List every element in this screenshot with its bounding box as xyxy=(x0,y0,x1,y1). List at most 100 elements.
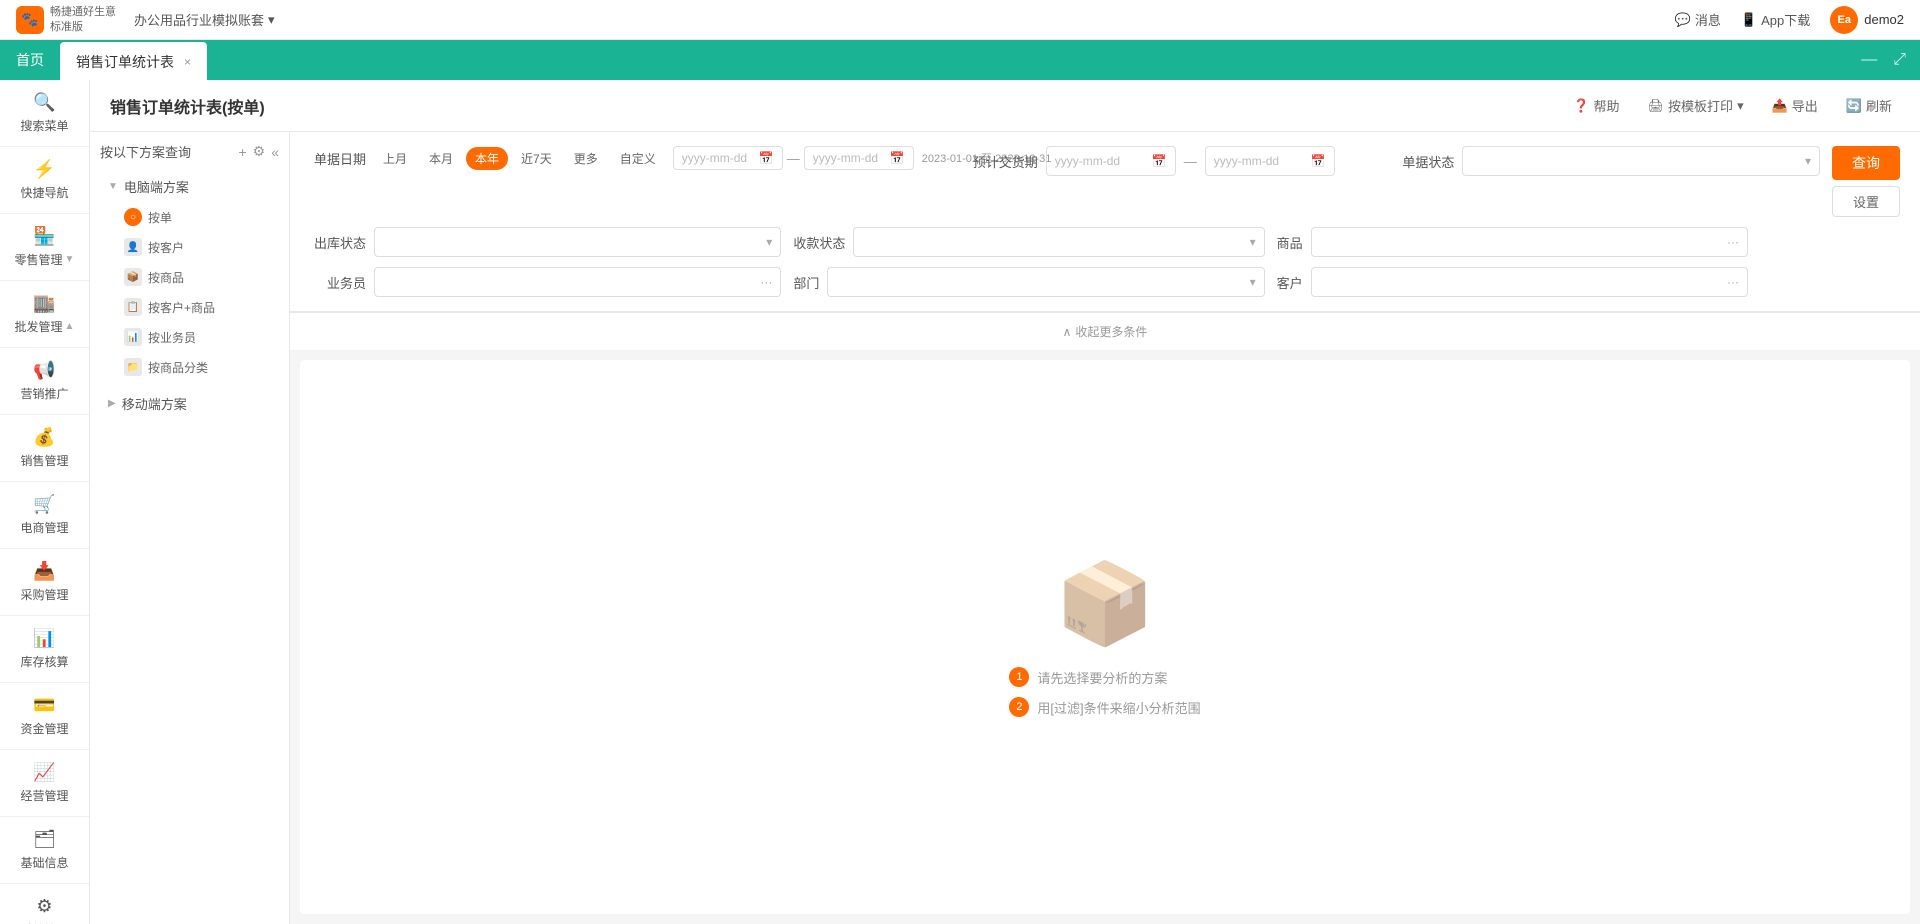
sidebar-item-system[interactable]: ⚙ 系统管理 xyxy=(0,884,89,924)
scheme-settings-button[interactable]: ⚙ xyxy=(253,143,266,160)
delivery-end-input[interactable]: yyyy-mm-dd 📅 xyxy=(1205,146,1335,176)
tree-node-按单[interactable]: ○ 按单 xyxy=(116,202,279,232)
marketing-icon: 📢 xyxy=(33,360,55,381)
sidebar-item-quicknav[interactable]: ⚡ 快捷导航 xyxy=(0,147,89,214)
refresh-icon: 🔄 xyxy=(1846,98,1862,114)
date-start-input[interactable]: yyyy-mm-dd 📅 xyxy=(673,146,783,170)
delivery-start-input[interactable]: yyyy-mm-dd 📅 xyxy=(1046,146,1176,176)
collapse-bar[interactable]: ∧ 收起更多条件 xyxy=(290,312,1920,350)
export-button[interactable]: 📤 导出 xyxy=(1764,92,1826,119)
top-bar: 🐾 畅捷通好生意 标准版 办公用品行业模拟账套 ▾ 💬 消息 📱 App下载 E… xyxy=(0,0,1920,40)
system-icon: ⚙ xyxy=(36,896,52,917)
download-button[interactable]: 📱 App下载 xyxy=(1741,10,1810,29)
tree-node-按业务员[interactable]: 📊 按业务员 xyxy=(116,322,279,352)
tree-node-pc[interactable]: ▼ 电脑端方案 xyxy=(100,171,279,202)
print-button[interactable]: 🖨 按模板打印 ▾ xyxy=(1640,92,1752,119)
date-range-inputs: yyyy-mm-dd 📅 — yyyy-mm-dd 📅 xyxy=(673,146,914,170)
sidebar-item-sales[interactable]: 💰 销售管理 xyxy=(0,415,89,482)
app-selector[interactable]: 办公用品行业模拟账套 ▾ xyxy=(126,6,283,33)
sidebar-item-ecommerce[interactable]: 🛒 电商管理 xyxy=(0,482,89,549)
page-title: 销售订单统计表(按单) xyxy=(110,94,265,118)
tree-expand-icon: ▼ xyxy=(108,181,118,192)
sales-icon: 💰 xyxy=(33,427,55,448)
empty-illustration: 📦 xyxy=(1055,557,1155,651)
ship-status-select[interactable]: ▾ xyxy=(374,227,781,257)
date-btn-last-month[interactable]: 上月 xyxy=(374,147,416,170)
finance-icon: 💳 xyxy=(33,695,55,716)
salesperson-input[interactable]: ··· xyxy=(374,267,781,297)
tree-node-按商品分类[interactable]: 📁 按商品分类 xyxy=(116,352,279,382)
dept-select[interactable]: ▾ xyxy=(827,267,1264,297)
retail-arrow-icon: ▼ xyxy=(65,254,75,265)
calendar-icon: 📅 xyxy=(759,151,774,165)
date-btn-custom[interactable]: 自定义 xyxy=(611,147,665,170)
settings-button[interactable]: 设置 xyxy=(1832,186,1900,217)
delivery-label: 预计交货期 xyxy=(973,152,1038,171)
按商品分类-icon: 📁 xyxy=(124,358,142,376)
tree-node-按客户[interactable]: 👤 按客户 xyxy=(116,232,279,262)
tip-number-2: 2 xyxy=(1009,697,1029,717)
tree-node-mobile[interactable]: ▶ 移动端方案 xyxy=(100,388,279,419)
sidebar-item-purchase[interactable]: 📥 采购管理 xyxy=(0,549,89,616)
customer-input[interactable]: ··· xyxy=(1311,267,1748,297)
date-btn-this-year[interactable]: 本年 xyxy=(466,147,508,170)
empty-tips: 1 请先选择要分析的方案 2 用[过滤]条件来缩小分析范围 xyxy=(1009,667,1200,717)
date-btn-this-month[interactable]: 本月 xyxy=(420,147,462,170)
tree-node-按商品[interactable]: 📦 按商品 xyxy=(116,262,279,292)
business-icon: 📈 xyxy=(33,762,55,783)
download-icon: 📱 xyxy=(1741,12,1757,28)
left-panel-actions: + ⚙ « xyxy=(238,143,279,160)
message-icon: 💬 xyxy=(1675,12,1691,28)
filter-row-1: 单据日期 上月 本月 本年 近7天 更多 自定义 xyxy=(310,146,1900,217)
date-btn-more[interactable]: 更多 xyxy=(565,147,607,170)
filter-bill-status-group: 单据状态 ▾ xyxy=(1402,146,1820,176)
query-button[interactable]: 查询 xyxy=(1832,146,1900,180)
tab-close-button[interactable]: × xyxy=(184,55,191,69)
tab-maximize-button[interactable]: ⤢ xyxy=(1889,47,1910,73)
sidebar-item-finance[interactable]: 💳 资金管理 xyxy=(0,683,89,750)
dept-label: 部门 xyxy=(793,273,819,292)
bill-status-select[interactable]: ▾ xyxy=(1462,146,1820,176)
sidebar-item-basic[interactable]: 🗂 基础信息 xyxy=(0,817,89,884)
sidebar-item-wholesale[interactable]: 🏬 批发管理 ▲ xyxy=(0,281,89,348)
bill-status-label: 单据状态 xyxy=(1402,152,1454,171)
goods-input[interactable]: ··· xyxy=(1311,227,1748,257)
action-buttons: 查询 设置 xyxy=(1832,146,1900,217)
date-btn-7days[interactable]: 近7天 xyxy=(512,147,561,170)
filter-goods-group: 商品 ··· xyxy=(1277,227,1748,257)
collapse-panel-button[interactable]: « xyxy=(271,144,279,160)
right-content: 单据日期 上月 本月 本年 近7天 更多 自定义 xyxy=(290,132,1920,924)
avatar: Ea xyxy=(1830,6,1858,34)
customer-label: 客户 xyxy=(1277,273,1303,292)
salesperson-more-icon: ··· xyxy=(760,275,772,289)
ship-chevron: ▾ xyxy=(766,235,772,249)
wholesale-icon: 🏬 xyxy=(33,293,55,314)
help-button[interactable]: ❓ 帮助 xyxy=(1565,92,1627,119)
filter-salesperson-group: 业务员 ··· xyxy=(310,267,781,297)
tab-sales-report[interactable]: 销售订单统计表 × xyxy=(60,42,207,82)
customer-more-icon: ··· xyxy=(1727,275,1739,289)
filter-row-2: 出库状态 ▾ 收款状态 ▾ xyxy=(310,227,1900,257)
sidebar-item-business[interactable]: 📈 经营管理 xyxy=(0,750,89,817)
add-scheme-button[interactable]: + xyxy=(238,144,246,160)
cal-icon-3: 📅 xyxy=(1152,154,1167,168)
payment-status-select[interactable]: ▾ xyxy=(853,227,1264,257)
message-button[interactable]: 💬 消息 xyxy=(1675,10,1721,29)
dept-chevron: ▾ xyxy=(1250,275,1256,289)
tab-home[interactable]: 首页 xyxy=(0,40,60,80)
sidebar-item-inventory[interactable]: 📊 库存核算 xyxy=(0,616,89,683)
tab-minimize-button[interactable]: — xyxy=(1857,47,1881,73)
refresh-button[interactable]: 🔄 刷新 xyxy=(1838,92,1900,119)
tree-node-按客户商品[interactable]: 📋 按客户+商品 xyxy=(116,292,279,322)
sidebar: 🔍 搜索菜单 ⚡ 快捷导航 🏪 零售管理 ▼ 🏬 批发管理 ▲ 📢 营销推广 xyxy=(0,80,90,924)
sidebar-item-retail[interactable]: 🏪 零售管理 ▼ xyxy=(0,214,89,281)
empty-tip-1: 1 请先选择要分析的方案 xyxy=(1009,667,1200,687)
tree-mobile-expand-icon: ▶ xyxy=(108,398,116,409)
user-info[interactable]: Ea demo2 xyxy=(1830,6,1904,34)
sidebar-item-marketing[interactable]: 📢 营销推广 xyxy=(0,348,89,415)
sidebar-item-search[interactable]: 🔍 搜索菜单 xyxy=(0,80,89,147)
retail-icon: 🏪 xyxy=(33,226,55,247)
purchase-icon: 📥 xyxy=(33,561,55,582)
filter-delivery-group: 预计交货期 yyyy-mm-dd 📅 — yyyy-mm-dd 📅 xyxy=(973,146,1391,176)
date-end-input[interactable]: yyyy-mm-dd 📅 xyxy=(804,146,914,170)
